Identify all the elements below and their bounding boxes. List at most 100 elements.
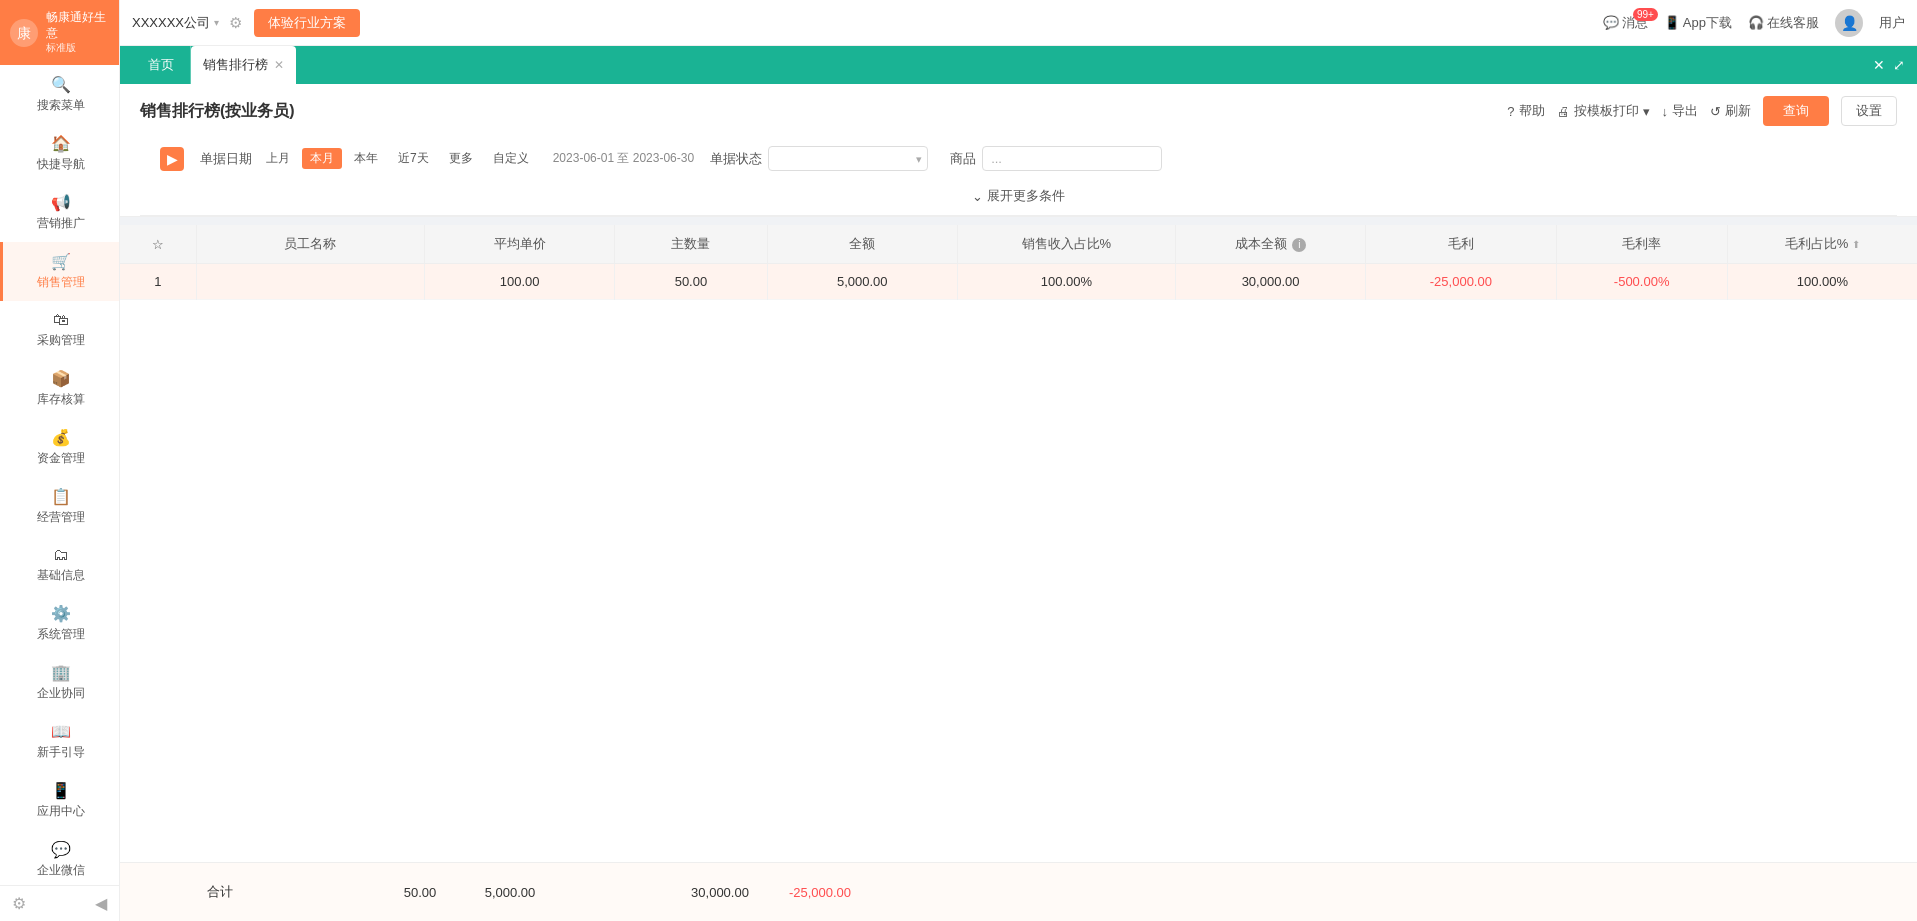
service-label: 在线客服	[1767, 14, 1819, 32]
query-button[interactable]: 查询	[1763, 96, 1829, 126]
date-tab-更多[interactable]: 更多	[441, 148, 481, 169]
col-header-amount: 全额	[767, 225, 957, 264]
tab-actions: ✕ ⤢	[1873, 57, 1905, 73]
tab-sales-ranking[interactable]: 销售排行榜 ✕	[191, 46, 296, 84]
table-footer-row: 合计50.005,000.0030,000.00-25,000.00	[120, 873, 1917, 911]
sidebar-item-label-inventory: 库存核算	[37, 391, 85, 408]
col-header-sales_pct: 销售收入占比%	[957, 225, 1175, 264]
app-download-button[interactable]: 📱 App下载	[1664, 14, 1732, 32]
tab-home-label: 首页	[148, 56, 174, 74]
trial-button[interactable]: 体验行业方案	[254, 9, 360, 37]
sidebar-item-label-basic: 基础信息	[37, 567, 85, 584]
sidebar-item-label-enterprise: 企业协同	[37, 685, 85, 702]
page-title-row: 销售排行榜(按业务员) ? 帮助 🖨 按模板打印 ▾ ↓ 导出	[140, 96, 1897, 136]
sidebar-item-inventory[interactable]: 📦 库存核算	[0, 359, 119, 418]
info-icon[interactable]: i	[1292, 238, 1306, 252]
cell-row0-col0: 1	[120, 264, 196, 300]
sidebar-item-guide[interactable]: 📖 新手引导	[0, 712, 119, 771]
page-header: 销售排行榜(按业务员) ? 帮助 🖨 按模板打印 ▾ ↓ 导出	[120, 84, 1917, 217]
app-name: 畅康通好生意	[46, 10, 111, 41]
sidebar-item-apps[interactable]: 📱 应用中心	[0, 771, 119, 830]
tabbar: 首页 销售排行榜 ✕ ✕ ⤢	[120, 46, 1917, 84]
filter-arrow-button[interactable]: ▶	[160, 147, 184, 171]
tab-close-icon[interactable]: ✕	[274, 58, 284, 72]
marketing-icon: 📢	[51, 193, 71, 212]
sidebar-item-finance[interactable]: 💰 资金管理	[0, 418, 119, 477]
table-header: ☆员工名称平均单价主数量全额销售收入占比%成本全额 i毛利毛利率毛利占比% ⬆	[120, 225, 1917, 264]
date-tab-本月[interactable]: 本月	[302, 148, 342, 169]
help-button[interactable]: ? 帮助	[1507, 102, 1544, 120]
refresh-label: 刷新	[1725, 102, 1751, 120]
help-icon: ?	[1507, 104, 1514, 119]
sidebar-item-label-marketing: 营销推广	[37, 215, 85, 232]
footer-cell-1: 合计	[160, 877, 280, 907]
date-tab-近7天[interactable]: 近7天	[390, 148, 437, 169]
sales-icon: 🛒	[51, 252, 71, 271]
footer-cell-7: -25,000.00	[770, 879, 870, 906]
print-icon: 🖨	[1557, 104, 1570, 119]
sidebar-item-label-apps: 应用中心	[37, 803, 85, 820]
col-header-cost: 成本全额 i	[1175, 225, 1365, 264]
sidebar-item-wechat[interactable]: 💬 企业微信	[0, 830, 119, 885]
headset-icon: 🎧	[1748, 15, 1764, 30]
filter-expand-row: ⌄ 展开更多条件	[140, 181, 1897, 216]
print-dropdown-icon: ▾	[1643, 104, 1650, 119]
date-tab-自定义[interactable]: 自定义	[485, 148, 537, 169]
sidebar-item-operation[interactable]: 📋 经营管理	[0, 477, 119, 536]
gear-icon[interactable]: ⚙	[229, 14, 242, 32]
settings-button[interactable]: 设置	[1841, 96, 1897, 126]
refresh-button[interactable]: ↺ 刷新	[1710, 102, 1751, 120]
sidebar-item-search[interactable]: 🔍 搜索菜单	[0, 65, 119, 124]
footer-cell-5	[560, 886, 670, 898]
export-button[interactable]: ↓ 导出	[1662, 102, 1699, 120]
cell-row0-col6: 30,000.00	[1175, 264, 1365, 300]
collapse-icon[interactable]: ◀	[95, 894, 107, 913]
expand-more-button[interactable]: ⌄ 展开更多条件	[972, 187, 1065, 205]
message-button[interactable]: 💬 消息 99+	[1603, 14, 1648, 32]
username[interactable]: 用户	[1879, 14, 1905, 32]
status-select[interactable]	[768, 146, 928, 171]
cell-row0-col1	[196, 264, 424, 300]
sidebar-item-basic[interactable]: 🗂 基础信息	[0, 536, 119, 594]
cell-row0-col3: 50.00	[615, 264, 767, 300]
date-tab-本年[interactable]: 本年	[346, 148, 386, 169]
footer-cell-0	[120, 886, 160, 898]
expand-more-label: 展开更多条件	[987, 187, 1065, 205]
sort-icon[interactable]: ⬆	[1852, 239, 1860, 250]
sidebar-bottom: ⚙ ◀	[0, 885, 119, 921]
col-header-rank: ☆	[120, 225, 196, 264]
tab-home[interactable]: 首页	[132, 46, 191, 84]
app-label: App下载	[1683, 14, 1732, 32]
app-logo: 康 畅康通好生意 标准版	[0, 0, 119, 65]
service-button[interactable]: 🎧 在线客服	[1748, 14, 1819, 32]
system-icon: ⚙️	[51, 604, 71, 623]
col-header-name: 员工名称	[196, 225, 424, 264]
sidebar-item-sales[interactable]: 🛒 销售管理	[0, 242, 119, 301]
footer-cell-9	[960, 886, 1050, 898]
sidebar-item-purchase[interactable]: 🛍 采购管理	[0, 301, 119, 359]
print-button[interactable]: 🖨 按模板打印 ▾	[1557, 102, 1650, 120]
topbar: XXXXXX公司 ▾ ⚙ 体验行业方案 💬 消息 99+ 📱 App下载 🎧 在…	[120, 0, 1917, 46]
cell-row0-col2: 100.00	[425, 264, 615, 300]
date-filter-label: 单据日期	[200, 150, 252, 168]
close-all-icon[interactable]: ✕	[1873, 57, 1885, 73]
user-avatar[interactable]: 👤	[1835, 9, 1863, 37]
sidebar-item-shortcut[interactable]: 🏠 快捷导航	[0, 124, 119, 183]
cell-row0-col5: 100.00%	[957, 264, 1175, 300]
shortcut-icon: 🏠	[51, 134, 71, 153]
col-header-avg_price: 平均单价	[425, 225, 615, 264]
sidebar-item-marketing[interactable]: 📢 营销推广	[0, 183, 119, 242]
refresh-icon: ↺	[1710, 104, 1721, 119]
settings-icon[interactable]: ⚙	[12, 894, 26, 913]
restore-icon[interactable]: ⤢	[1893, 57, 1905, 73]
sidebar-item-label-guide: 新手引导	[37, 744, 85, 761]
company-selector[interactable]: XXXXXX公司 ▾	[132, 14, 219, 32]
sidebar-item-label-sales: 销售管理	[37, 274, 85, 291]
date-tab-上月[interactable]: 上月	[258, 148, 298, 169]
sidebar-item-system[interactable]: ⚙️ 系统管理	[0, 594, 119, 653]
status-filter-group: 单据状态	[710, 146, 934, 171]
table-body: 1100.0050.005,000.00100.00%30,000.00-25,…	[120, 264, 1917, 300]
phone-icon: 📱	[1664, 15, 1680, 30]
sidebar-item-label-system: 系统管理	[37, 626, 85, 643]
sidebar-item-enterprise[interactable]: 🏢 企业协同	[0, 653, 119, 712]
